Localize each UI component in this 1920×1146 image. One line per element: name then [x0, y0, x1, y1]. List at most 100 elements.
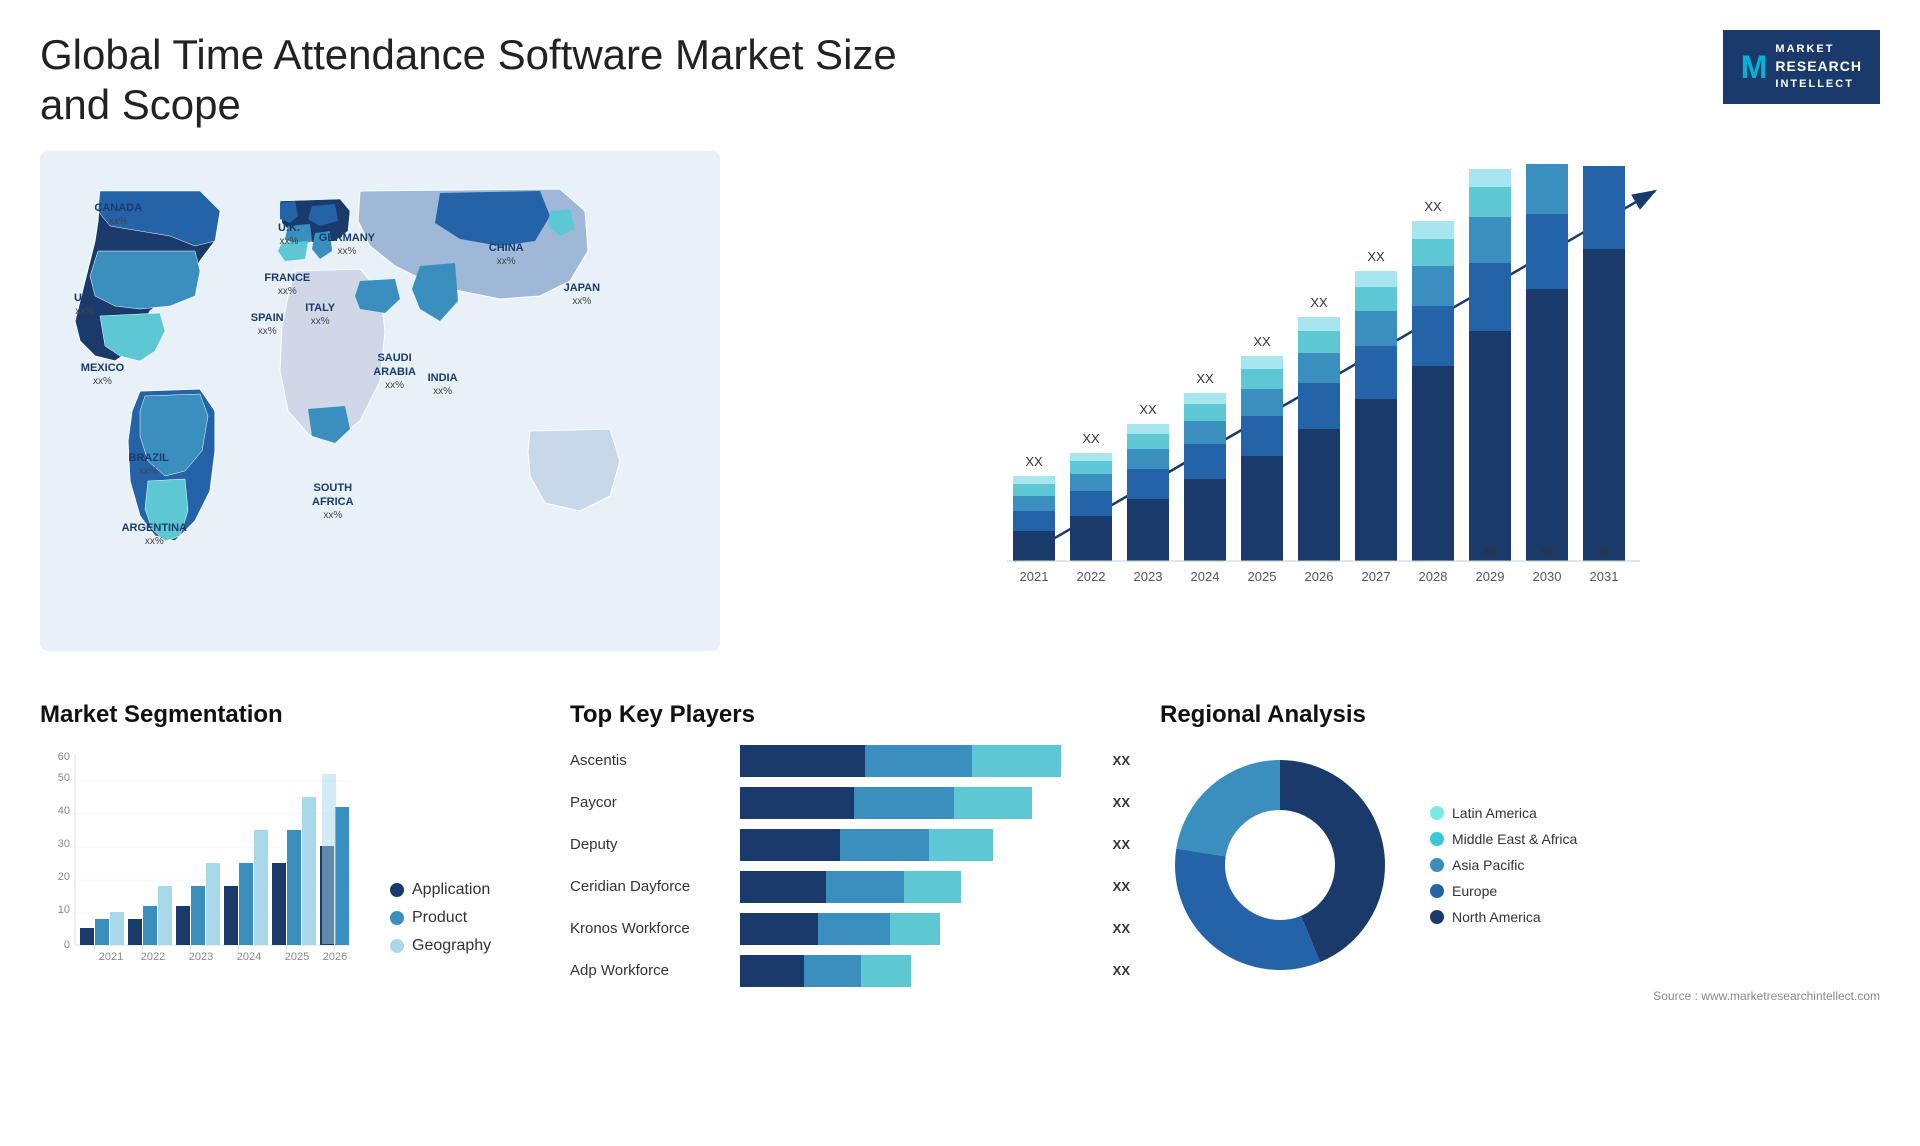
map-label-uk: U.K.xx%	[278, 221, 300, 248]
map-label-germany: GERMANYxx%	[319, 231, 375, 258]
svg-text:2023: 2023	[1134, 569, 1163, 584]
svg-text:40: 40	[58, 805, 70, 817]
map-label-france: FRANCExx%	[264, 271, 310, 298]
dot-asia-pacific	[1430, 858, 1444, 872]
legend-geography: Geography	[390, 937, 491, 955]
player-value-adp: XX	[1113, 963, 1130, 978]
legend-dot-geography	[390, 939, 404, 953]
player-value-ceridian: XX	[1113, 879, 1130, 894]
segmentation-section: Market Segmentation 0 10 20 30 40 50	[40, 701, 540, 1003]
player-value-ascentis: XX	[1113, 753, 1130, 768]
dot-north-america	[1430, 910, 1444, 924]
regional-legend: Latin America Middle East & Africa Asia …	[1430, 805, 1577, 925]
player-value-kronos: XX	[1113, 921, 1130, 936]
svg-text:XX: XX	[1139, 402, 1157, 417]
legend-label-product: Product	[412, 909, 467, 927]
svg-text:2025: 2025	[285, 951, 309, 963]
bar-chart: XX XX XX XX	[760, 161, 1860, 641]
svg-text:30: 30	[58, 838, 70, 850]
regional-title: Regional Analysis	[1160, 701, 1880, 729]
dot-mea	[1430, 832, 1444, 846]
svg-text:20: 20	[58, 871, 70, 883]
bar-chart-svg: XX XX XX XX	[760, 161, 1860, 641]
legend-north-america: North America	[1430, 909, 1577, 925]
map-label-china: CHINAxx%	[489, 241, 524, 268]
dot-latin-america	[1430, 806, 1444, 820]
svg-text:XX: XX	[1596, 545, 1612, 559]
player-name-ceridian: Ceridian Dayforce	[570, 878, 730, 895]
svg-text:2021: 2021	[99, 951, 123, 963]
legend-label-geography: Geography	[412, 937, 491, 955]
regional-inner: Latin America Middle East & Africa Asia …	[1160, 745, 1880, 985]
seg-legend: Application Product Geography	[390, 881, 491, 975]
player-row-ascentis: Ascentis XX	[570, 745, 1130, 777]
label-europe: Europe	[1452, 883, 1497, 899]
logo: M MARKET RESEARCH INTELLECT	[1723, 30, 1880, 104]
player-name-adp: Adp Workforce	[570, 962, 730, 979]
svg-text:2025: 2025	[1248, 569, 1277, 584]
player-row-ceridian: Ceridian Dayforce XX	[570, 871, 1130, 903]
player-bar-adp	[740, 955, 1097, 987]
content-grid: CANADAxx% U.S.xx% MEXICOxx% BRAZILxx% AR…	[40, 151, 1880, 1003]
player-row-deputy: Deputy XX	[570, 829, 1130, 861]
label-latin-america: Latin America	[1452, 805, 1537, 821]
players-list: Ascentis XX Paycor XX	[570, 745, 1130, 987]
svg-text:50: 50	[58, 772, 70, 784]
player-row-kronos: Kronos Workforce XX	[570, 913, 1130, 945]
map-label-brazil: BRAZILxx%	[128, 451, 168, 478]
svg-text:XX: XX	[1310, 295, 1328, 310]
player-bar-kronos	[740, 913, 1097, 945]
svg-text:2024: 2024	[1191, 569, 1220, 584]
player-row-paycor: Paycor XX	[570, 787, 1130, 819]
label-mea: Middle East & Africa	[1452, 831, 1577, 847]
map-label-canada: CANADAxx%	[94, 201, 142, 228]
world-map: CANADAxx% U.S.xx% MEXICOxx% BRAZILxx% AR…	[40, 151, 720, 651]
legend-asia-pacific: Asia Pacific	[1430, 857, 1577, 873]
page-title: Global Time Attendance Software Market S…	[40, 30, 940, 131]
legend-dot-application	[390, 883, 404, 897]
svg-text:XX: XX	[1196, 371, 1214, 386]
svg-text:0: 0	[64, 939, 70, 951]
legend-dot-product	[390, 911, 404, 925]
logo-area: M MARKET RESEARCH INTELLECT	[1723, 30, 1880, 104]
logo-text: MARKET RESEARCH INTELLECT	[1775, 42, 1862, 92]
map-label-saudi-arabia: SAUDIARABIAxx%	[373, 351, 416, 393]
logo-letter: M	[1741, 45, 1768, 90]
player-name-ascentis: Ascentis	[570, 752, 730, 769]
player-bar-ceridian	[740, 871, 1097, 903]
map-label-mexico: MEXICOxx%	[81, 361, 124, 388]
logo-line3: INTELLECT	[1775, 77, 1862, 92]
map-label-india: INDIAxx%	[428, 371, 458, 398]
label-north-america: North America	[1452, 909, 1541, 925]
player-name-paycor: Paycor	[570, 794, 730, 811]
source-text: Source : www.marketresearchintellect.com	[1160, 989, 1880, 1003]
player-bar-seg3	[972, 745, 1061, 777]
player-bar-deputy	[740, 829, 1097, 861]
svg-text:2024: 2024	[237, 951, 261, 963]
map-label-us: U.S.xx%	[74, 291, 95, 318]
svg-text:2027: 2027	[1362, 569, 1391, 584]
svg-text:10: 10	[58, 904, 70, 916]
legend-product: Product	[390, 909, 491, 927]
svg-text:XX: XX	[1482, 545, 1498, 559]
players-title: Top Key Players	[570, 701, 1130, 729]
legend-europe: Europe	[1430, 883, 1577, 899]
svg-text:XX: XX	[1082, 431, 1100, 446]
svg-text:XX: XX	[1025, 454, 1043, 469]
legend-mea: Middle East & Africa	[1430, 831, 1577, 847]
page-header: Global Time Attendance Software Market S…	[40, 30, 1880, 131]
player-bar-seg1	[740, 745, 865, 777]
donut-chart	[1160, 745, 1400, 985]
svg-text:XX: XX	[1367, 249, 1385, 264]
svg-text:2021: 2021	[1020, 569, 1049, 584]
player-value-deputy: XX	[1113, 837, 1130, 852]
svg-text:2026: 2026	[323, 951, 347, 963]
svg-text:2023: 2023	[189, 951, 213, 963]
player-row-adp: Adp Workforce XX	[570, 955, 1130, 987]
svg-text:2026: 2026	[1305, 569, 1334, 584]
players-section: Top Key Players Ascentis XX Paycor	[570, 701, 1130, 1003]
regional-section: Regional Analysis	[1160, 701, 1880, 1003]
svg-text:2031: 2031	[1590, 569, 1619, 584]
bottom-grid: Market Segmentation 0 10 20 30 40 50	[40, 701, 1880, 1003]
svg-text:60: 60	[58, 751, 70, 763]
